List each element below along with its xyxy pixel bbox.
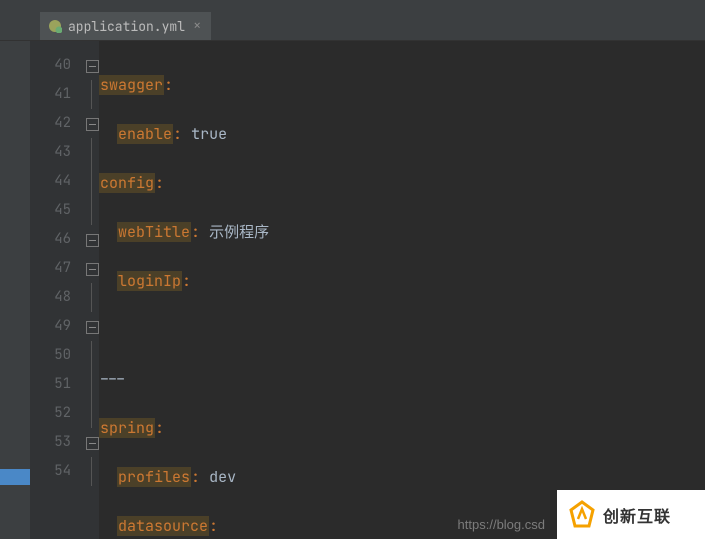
line-number: 40 [30, 51, 85, 80]
line-number: 46 [30, 225, 85, 254]
line-number: 54 [30, 457, 85, 486]
editor-tabs: application.yml × [0, 12, 705, 41]
line-number: 53 [30, 428, 85, 457]
code-area[interactable]: swagger: enable: true config: webTitle: … [99, 41, 705, 539]
code-line [99, 316, 705, 345]
left-marker-stripe [0, 41, 30, 539]
line-number: 48 [30, 283, 85, 312]
tab-label: application.yml [68, 18, 185, 35]
code-line: --- [99, 365, 705, 394]
code-line: profiles: dev [99, 463, 705, 492]
line-number: 47 [30, 254, 85, 283]
line-number: 43 [30, 138, 85, 167]
brand-badge: 创新互联 [557, 490, 705, 539]
brand-text: 创新互联 [603, 503, 671, 527]
close-icon[interactable]: × [191, 17, 203, 35]
fold-toggle-icon[interactable] [86, 118, 99, 131]
tab-application-yml[interactable]: application.yml × [40, 12, 211, 40]
fold-toggle-icon[interactable] [86, 263, 99, 276]
line-number: 41 [30, 80, 85, 109]
line-number: 44 [30, 167, 85, 196]
line-number: 52 [30, 399, 85, 428]
code-line: spring: [99, 414, 705, 443]
line-number: 50 [30, 341, 85, 370]
code-line: swagger: [99, 71, 705, 100]
line-number: 45 [30, 196, 85, 225]
line-number-gutter: 40 41 42 43 44 45 46 47 48 49 50 51 52 5… [30, 41, 85, 539]
fold-toggle-icon[interactable] [86, 234, 99, 247]
code-line: config: [99, 169, 705, 198]
fold-toggle-icon[interactable] [86, 321, 99, 334]
code-line: loginIp: [99, 267, 705, 296]
fold-toggle-icon[interactable] [86, 437, 99, 450]
yml-file-icon [48, 19, 62, 33]
watermark-text: https://blog.csd [458, 517, 545, 532]
code-line: webTitle: 示例程序 [99, 218, 705, 247]
fold-toggle-icon[interactable] [86, 60, 99, 73]
line-number: 42 [30, 109, 85, 138]
code-line: enable: true [99, 120, 705, 149]
brand-logo-icon [567, 500, 597, 530]
line-number: 49 [30, 312, 85, 341]
fold-gutter [85, 41, 99, 539]
window-titlebar [0, 0, 705, 12]
line-number: 51 [30, 370, 85, 399]
code-editor[interactable]: 40 41 42 43 44 45 46 47 48 49 50 51 52 5… [0, 41, 705, 539]
